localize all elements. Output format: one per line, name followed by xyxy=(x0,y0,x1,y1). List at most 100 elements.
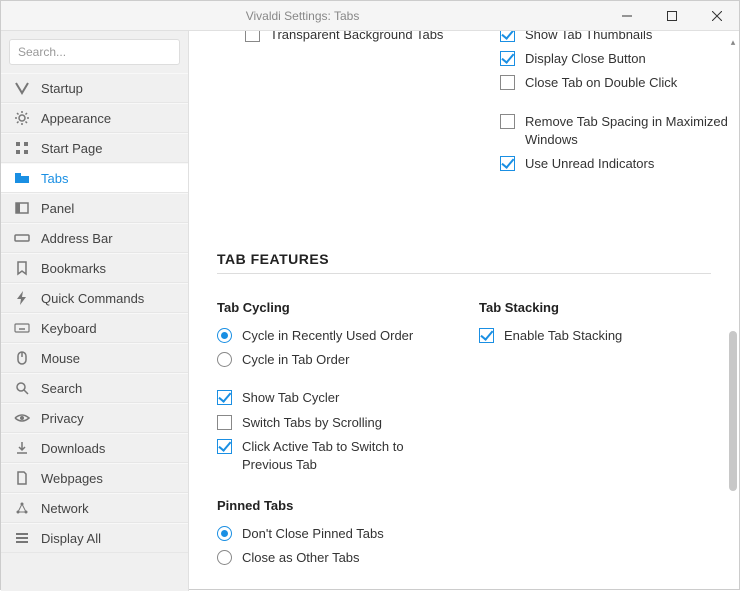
sidebar-item-search[interactable]: Search xyxy=(1,373,188,403)
checkbox-icon xyxy=(217,415,232,430)
option-label: Show Tab Cycler xyxy=(242,389,339,407)
eye-icon xyxy=(13,409,31,427)
option-label: Close Tab on Double Click xyxy=(525,74,677,92)
checkbox-use-unread-indicators[interactable]: Use Unread Indicators xyxy=(500,155,739,173)
sidebar-item-keyboard[interactable]: Keyboard xyxy=(1,313,188,343)
page-icon xyxy=(13,469,31,487)
sidebar-item-label: Start Page xyxy=(41,141,102,156)
main: Startup Appearance Start Page Tabs PanelAddr… xyxy=(1,31,739,591)
checkbox-show-tab-thumbnails[interactable]: Show Tab Thumbnails xyxy=(500,31,739,44)
tab-features-columns: Tab Cycling Cycle in Recently Used Order… xyxy=(217,292,711,574)
checkbox-icon xyxy=(500,31,515,42)
sidebar-nav: Startup Appearance Start Page Tabs PanelAddr… xyxy=(1,73,188,553)
search-icon xyxy=(13,379,31,397)
pinned-tabs-title: Pinned Tabs xyxy=(217,498,449,513)
sidebar-item-quick-commands[interactable]: Quick Commands xyxy=(1,283,188,313)
top-options-left: Transparent Background Tabs xyxy=(245,31,485,50)
checkbox-icon xyxy=(479,328,494,343)
sidebar-item-appearance[interactable]: Appearance xyxy=(1,103,188,133)
tab-cycling-column: Tab Cycling Cycle in Recently Used Order… xyxy=(217,292,449,574)
sidebar-item-webpages[interactable]: Webpages xyxy=(1,463,188,493)
checkbox-click-active-tab-to-switch-to-previous-tab[interactable]: Click Active Tab to Switch to Previous T… xyxy=(217,438,449,474)
checkbox-icon xyxy=(500,156,515,171)
option-label: Switch Tabs by Scrolling xyxy=(242,414,382,432)
network-icon xyxy=(13,499,31,517)
sidebar-item-address-bar[interactable]: Address Bar xyxy=(1,223,188,253)
sidebar-item-label: Privacy xyxy=(41,411,84,426)
checkbox-display-close-button[interactable]: Display Close Button xyxy=(500,50,739,68)
checkbox-icon xyxy=(245,31,260,42)
sidebar: Startup Appearance Start Page Tabs PanelAddr… xyxy=(1,31,189,591)
option-label: Display Close Button xyxy=(525,50,646,68)
sidebar-item-mouse[interactable]: Mouse xyxy=(1,343,188,373)
option-label: Cycle in Tab Order xyxy=(242,351,349,369)
sidebar-item-privacy[interactable]: Privacy xyxy=(1,403,188,433)
section-title-tab-features: TAB FEATURES xyxy=(217,251,711,267)
sidebar-item-downloads[interactable]: Downloads xyxy=(1,433,188,463)
checkbox-close-tab-on-double-click[interactable]: Close Tab on Double Click xyxy=(500,74,739,92)
tab-cycling-radios: Cycle in Recently Used Order Cycle in Tab… xyxy=(217,327,449,369)
scrollbar-up-arrow[interactable]: ▴ xyxy=(729,37,737,47)
content-scroll[interactable]: Transparent Background Tabs Show Tab Thu… xyxy=(189,31,739,591)
tab-icon xyxy=(13,169,31,187)
addressbar-icon xyxy=(13,229,31,247)
option-label: Remove Tab Spacing in Maximized Windows xyxy=(525,113,739,149)
sidebar-item-label: Tabs xyxy=(41,171,68,186)
sidebar-item-start-page[interactable]: Start Page xyxy=(1,133,188,163)
radio-cycle-in-tab-order[interactable]: Cycle in Tab Order xyxy=(217,351,449,369)
option-label: Transparent Background Tabs xyxy=(270,31,443,44)
checkbox-transparent-background-tabs[interactable]: Transparent Background Tabs xyxy=(245,31,485,44)
radio-cycle-in-recently-used-order[interactable]: Cycle in Recently Used Order xyxy=(217,327,449,345)
radio-close-as-other-tabs[interactable]: Close as Other Tabs xyxy=(217,549,449,567)
checkbox-remove-tab-spacing-in-maximized-windows[interactable]: Remove Tab Spacing in Maximized Windows xyxy=(500,113,739,149)
option-label: Don't Close Pinned Tabs xyxy=(242,525,384,543)
checkbox-icon xyxy=(500,51,515,66)
titlebar: Vivaldi Settings: Tabs xyxy=(1,1,739,31)
search-input[interactable] xyxy=(9,39,180,65)
checkbox-icon xyxy=(217,390,232,405)
checkbox-show-tab-cycler[interactable]: Show Tab Cycler xyxy=(217,389,449,407)
radio-icon xyxy=(217,328,232,343)
option-label: Cycle in Recently Used Order xyxy=(242,327,413,345)
sidebar-item-label: Downloads xyxy=(41,441,105,456)
radio-icon xyxy=(217,526,232,541)
bolt-icon xyxy=(13,289,31,307)
checkbox-icon xyxy=(217,439,232,454)
bookmark-icon xyxy=(13,259,31,277)
scrollbar-thumb[interactable] xyxy=(729,331,737,491)
sidebar-item-label: Quick Commands xyxy=(41,291,144,306)
panel-icon xyxy=(13,199,31,217)
sidebar-item-label: Appearance xyxy=(41,111,111,126)
pinned-tabs-radios: Don't Close Pinned Tabs Close as Other Ta… xyxy=(217,525,449,567)
sidebar-item-tabs[interactable]: Tabs xyxy=(1,163,188,193)
minimize-button[interactable] xyxy=(604,1,649,31)
sidebar-item-label: Network xyxy=(41,501,89,516)
radio-don-t-close-pinned-tabs[interactable]: Don't Close Pinned Tabs xyxy=(217,525,449,543)
option-label: Use Unread Indicators xyxy=(525,155,654,173)
sidebar-item-label: Mouse xyxy=(41,351,80,366)
sidebar-item-bookmarks[interactable]: Bookmarks xyxy=(1,253,188,283)
keyboard-icon xyxy=(13,319,31,337)
close-button[interactable] xyxy=(694,1,739,31)
mouse-icon xyxy=(13,349,31,367)
window-title: Vivaldi Settings: Tabs xyxy=(1,9,604,23)
grid-icon xyxy=(13,139,31,157)
checkbox-icon xyxy=(500,75,515,90)
sidebar-item-display-all[interactable]: Display All xyxy=(1,523,188,553)
tab-stacking-column: Tab Stacking Enable Tab Stacking xyxy=(479,292,711,574)
sidebar-item-network[interactable]: Network xyxy=(1,493,188,523)
sidebar-item-label: Search xyxy=(41,381,82,396)
checkbox-enable-tab-stacking[interactable]: Enable Tab Stacking xyxy=(479,327,711,345)
checkbox-switch-tabs-by-scrolling[interactable]: Switch Tabs by Scrolling xyxy=(217,414,449,432)
sidebar-item-startup[interactable]: Startup xyxy=(1,73,188,103)
option-label: Show Tab Thumbnails xyxy=(525,31,652,44)
option-label: Close as Other Tabs xyxy=(242,549,360,567)
tab-cycling-checks: Show Tab Cycler Switch Tabs by Scrolling C… xyxy=(217,389,449,474)
sidebar-item-panel[interactable]: Panel xyxy=(1,193,188,223)
download-icon xyxy=(13,439,31,457)
maximize-button[interactable] xyxy=(649,1,694,31)
search-wrap xyxy=(1,31,188,73)
tab-cycling-title: Tab Cycling xyxy=(217,300,449,315)
tab-stacking-title: Tab Stacking xyxy=(479,300,711,315)
sidebar-item-label: Webpages xyxy=(41,471,103,486)
